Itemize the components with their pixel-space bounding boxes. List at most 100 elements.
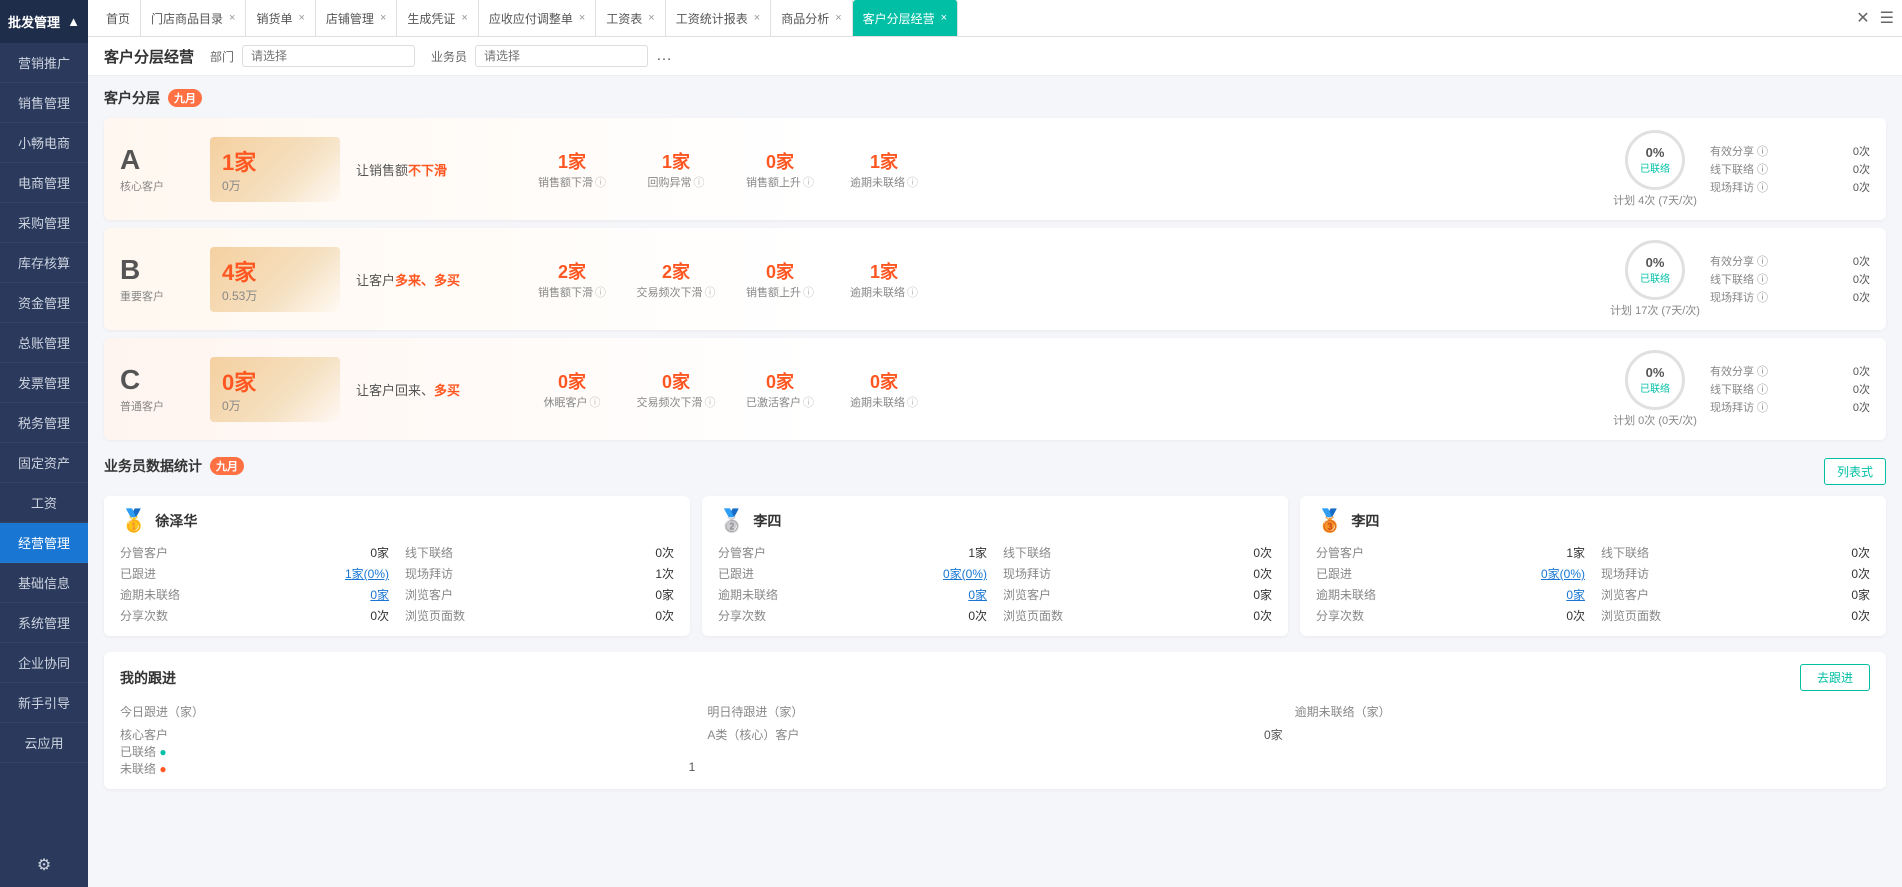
side-stat-val-C-0: 0次	[1853, 363, 1870, 379]
staff-stat-val-1-2[interactable]: 0家(0%)	[943, 565, 987, 582]
linked-pct-B: 0%	[1646, 255, 1665, 270]
tab-5[interactable]: 应收应付调整单×	[479, 0, 596, 36]
sidebar-item-17[interactable]: 云应用	[0, 723, 88, 763]
side-stat-B-2: 现场拜访 ⓘ0次	[1710, 289, 1870, 305]
sidebar-item-11[interactable]: 工资	[0, 483, 88, 523]
sidebar-item-12[interactable]: 经营管理	[0, 523, 88, 563]
staff-stat-label-0-7: 浏览页面数	[405, 607, 465, 624]
sidebar-item-15[interactable]: 企业协同	[0, 643, 88, 683]
metric-box-A-1: 1家回购异常 ⓘ	[636, 148, 716, 190]
staff-name-1: 李四	[753, 511, 781, 531]
sidebar-item-5[interactable]: 库存核算	[0, 243, 88, 283]
tab-close-6[interactable]: ×	[648, 12, 654, 24]
staff-stat-row-0-6: 分享次数0次	[120, 607, 389, 624]
tier-count-C: 0家	[222, 365, 328, 397]
today-followup-col: 今日跟进（家） 核心客户 已联络 ● 未联络 ● 1	[120, 703, 695, 777]
metric-box-C-3: 0家逾期未联络 ⓘ	[844, 368, 924, 410]
dept-select[interactable]	[242, 45, 415, 67]
tab-0[interactable]: 首页	[96, 0, 141, 36]
tab-close-8[interactable]: ×	[835, 12, 841, 24]
staff-stat-row-2-1: 线下联络0次	[1601, 544, 1870, 561]
staff-section-tag: 九月	[210, 457, 244, 475]
filter-more-icon[interactable]: …	[656, 47, 672, 65]
staff-card-0: 🥇徐泽华分管客户0家线下联络0次已跟进1家(0%)现场拜访1次逾期未联络0家浏览…	[104, 496, 690, 636]
tab-close-4[interactable]: ×	[461, 12, 467, 24]
tab-8[interactable]: 商品分析×	[771, 0, 852, 36]
sidebar-item-9[interactable]: 税务管理	[0, 403, 88, 443]
linked-circle-B: 0% 已联络	[1625, 240, 1685, 300]
tab-close-7[interactable]: ×	[754, 12, 760, 24]
linked-sub-A: 计划 4次 (7天/次)	[1613, 192, 1697, 208]
sidebar-item-1[interactable]: 销售管理	[0, 83, 88, 123]
side-stat-val-A-1: 0次	[1853, 161, 1870, 177]
page-title: 客户分层经营	[104, 46, 194, 67]
go-followup-button[interactable]: 去跟进	[1800, 664, 1870, 691]
dept-label: 部门	[210, 48, 234, 65]
staff-stat-label-1-6: 分享次数	[718, 607, 766, 624]
tier-stats-main-A: 1家0万	[210, 137, 340, 202]
tab-close-1[interactable]: ×	[229, 12, 235, 24]
metric-val-C-2: 0家	[766, 368, 794, 394]
tab-menu-icon[interactable]: ☰	[1880, 8, 1894, 28]
tab-1[interactable]: 门店商品目录×	[141, 0, 246, 36]
tomorrow-label: 明日待跟进（家）	[707, 703, 1282, 720]
tab-2[interactable]: 销货单×	[246, 0, 315, 36]
staff-stat-row-2-5: 浏览客户0家	[1601, 586, 1870, 603]
metric-val-C-1: 0家	[662, 368, 690, 394]
sidebar-header[interactable]: 批发管理 ▲	[0, 0, 88, 43]
linked-sub-C: 计划 0次 (0天/次)	[1613, 412, 1697, 428]
tier-slogan-highlight-B: 多来、多买	[395, 273, 460, 288]
list-view-button[interactable]: 列表式	[1824, 458, 1886, 485]
staff-select[interactable]	[475, 45, 648, 67]
staff-stat-val-2-4[interactable]: 0家	[1566, 586, 1585, 603]
tab-close-2[interactable]: ×	[298, 12, 304, 24]
staff-stat-val-2-2[interactable]: 0家(0%)	[1541, 565, 1585, 582]
tab-6[interactable]: 工资表×	[596, 0, 665, 36]
side-stat-val-A-0: 0次	[1853, 143, 1870, 159]
tab-label-3: 店铺管理	[326, 10, 374, 27]
tab-7[interactable]: 工资统计报表×	[666, 0, 771, 36]
sidebar-item-4[interactable]: 采购管理	[0, 203, 88, 243]
sidebar-item-10[interactable]: 固定资产	[0, 443, 88, 483]
sidebar-item-8[interactable]: 发票管理	[0, 363, 88, 403]
tab-close-9[interactable]: ×	[941, 12, 947, 24]
staff-stat-label-1-3: 现场拜访	[1003, 565, 1051, 582]
staff-stat-label-1-4: 逾期未联络	[718, 586, 778, 603]
staff-stat-row-2-0: 分管客户1家	[1316, 544, 1585, 561]
staff-stat-val-1-6: 0次	[968, 607, 987, 624]
sidebar-item-14[interactable]: 系统管理	[0, 603, 88, 643]
tier-slogan-C: 让客户回来、多买	[356, 380, 516, 399]
sidebar-footer-settings[interactable]: ⚙	[0, 843, 88, 887]
sidebar-item-6[interactable]: 资金管理	[0, 283, 88, 323]
staff-stat-val-0-6: 0次	[370, 607, 389, 624]
staff-card-2: 🥉李四分管客户1家线下联络0次已跟进0家(0%)现场拜访0次逾期未联络0家浏览客…	[1300, 496, 1886, 636]
sidebar-item-7[interactable]: 总账管理	[0, 323, 88, 363]
staff-stat-val-0-2[interactable]: 1家(0%)	[345, 565, 389, 582]
sidebar-item-0[interactable]: 营销推广	[0, 43, 88, 83]
sidebar-item-2[interactable]: 小畅电商	[0, 123, 88, 163]
side-stat-label-A-0: 有效分享 ⓘ	[1710, 143, 1768, 159]
staff-stat-val-1-4[interactable]: 0家	[968, 586, 987, 603]
staff-stat-val-2-0: 1家	[1566, 544, 1585, 561]
tab-close-3[interactable]: ×	[380, 12, 386, 24]
tab-4[interactable]: 生成凭证×	[397, 0, 478, 36]
sidebar-item-16[interactable]: 新手引导	[0, 683, 88, 723]
overdue-label: 逾期未联络（家）	[1295, 703, 1870, 720]
staff-stat-val-0-4[interactable]: 0家	[370, 586, 389, 603]
sidebar-item-13[interactable]: 基础信息	[0, 563, 88, 603]
tab-close-all-icon[interactable]: ✕	[1856, 8, 1869, 28]
tab-3[interactable]: 店铺管理 ×	[316, 0, 397, 36]
tomorrow-row-1-val: 0家	[1264, 726, 1283, 743]
sidebar-item-3[interactable]: 电商管理	[0, 163, 88, 203]
side-stat-label-A-1: 线下联络 ⓘ	[1710, 161, 1768, 177]
staff-stat-val-2-6: 0次	[1566, 607, 1585, 624]
sidebar-toggle-icon[interactable]: ▲	[67, 14, 80, 29]
followup-header: 我的跟进 去跟进	[120, 664, 1870, 691]
side-stat-B-0: 有效分享 ⓘ0次	[1710, 253, 1870, 269]
sidebar: 批发管理 ▲ 营销推广销售管理小畅电商电商管理采购管理库存核算资金管理总账管理发…	[0, 0, 88, 887]
staff-stat-label-0-0: 分管客户	[120, 544, 168, 561]
staff-section: 业务员数据统计 九月 列表式 🥇徐泽华分管客户0家线下联络0次已跟进1家(0%)…	[104, 456, 1886, 636]
tab-9[interactable]: 客户分层经营×	[853, 0, 958, 36]
tab-close-5[interactable]: ×	[579, 12, 585, 24]
customer-tier-section: 客户分层 九月 A核心客户1家0万让销售额不下滑1家销售额下滑 ⓘ1家回购异常 …	[104, 88, 1886, 440]
